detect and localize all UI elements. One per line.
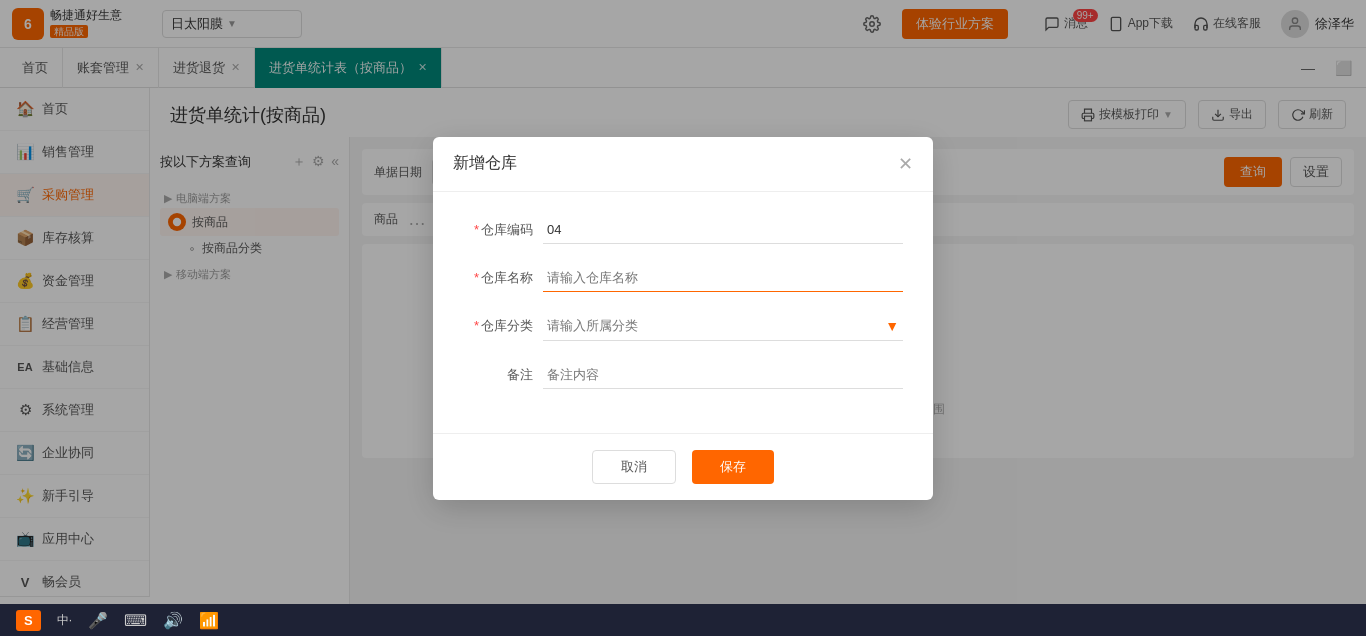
modal-title: 新增仓库 <box>453 153 517 174</box>
code-label: 仓库编码 <box>463 221 543 239</box>
form-row-name: 仓库名称 <box>463 264 903 292</box>
modal-header: 新增仓库 ✕ <box>433 137 933 192</box>
chinese-btn[interactable]: 中· <box>57 612 72 629</box>
modal-body: 仓库编码 仓库名称 仓库分类 ▼ 备注 <box>433 192 933 433</box>
s-logo: S <box>16 610 41 631</box>
modal-overlay[interactable]: 新增仓库 ✕ 仓库编码 仓库名称 仓库分类 ▼ <box>0 0 1366 636</box>
speaker-icon[interactable]: 🔊 <box>163 611 183 630</box>
bottom-statusbar: S 中· 🎤 ⌨ 🔊 📶 <box>0 604 1366 636</box>
code-input[interactable] <box>543 216 903 244</box>
modal-close-button[interactable]: ✕ <box>898 153 913 175</box>
form-row-category: 仓库分类 ▼ <box>463 312 903 341</box>
save-button[interactable]: 保存 <box>692 450 774 484</box>
remark-label: 备注 <box>463 366 543 384</box>
keyboard-icon[interactable]: ⌨ <box>124 611 147 630</box>
form-row-remark: 备注 <box>463 361 903 389</box>
category-label: 仓库分类 <box>463 317 543 335</box>
name-input[interactable] <box>543 264 903 292</box>
wifi-icon: 📶 <box>199 611 219 630</box>
modal-footer: 取消 保存 <box>433 433 933 500</box>
category-select-wrapper: ▼ <box>543 312 903 341</box>
remark-input[interactable] <box>543 361 903 389</box>
mic-icon[interactable]: 🎤 <box>88 611 108 630</box>
modal-dialog: 新增仓库 ✕ 仓库编码 仓库名称 仓库分类 ▼ <box>433 137 933 500</box>
category-dropdown-icon[interactable]: ▼ <box>885 318 899 334</box>
name-label: 仓库名称 <box>463 269 543 287</box>
form-row-code: 仓库编码 <box>463 216 903 244</box>
cancel-button[interactable]: 取消 <box>592 450 676 484</box>
category-input[interactable] <box>547 318 885 333</box>
